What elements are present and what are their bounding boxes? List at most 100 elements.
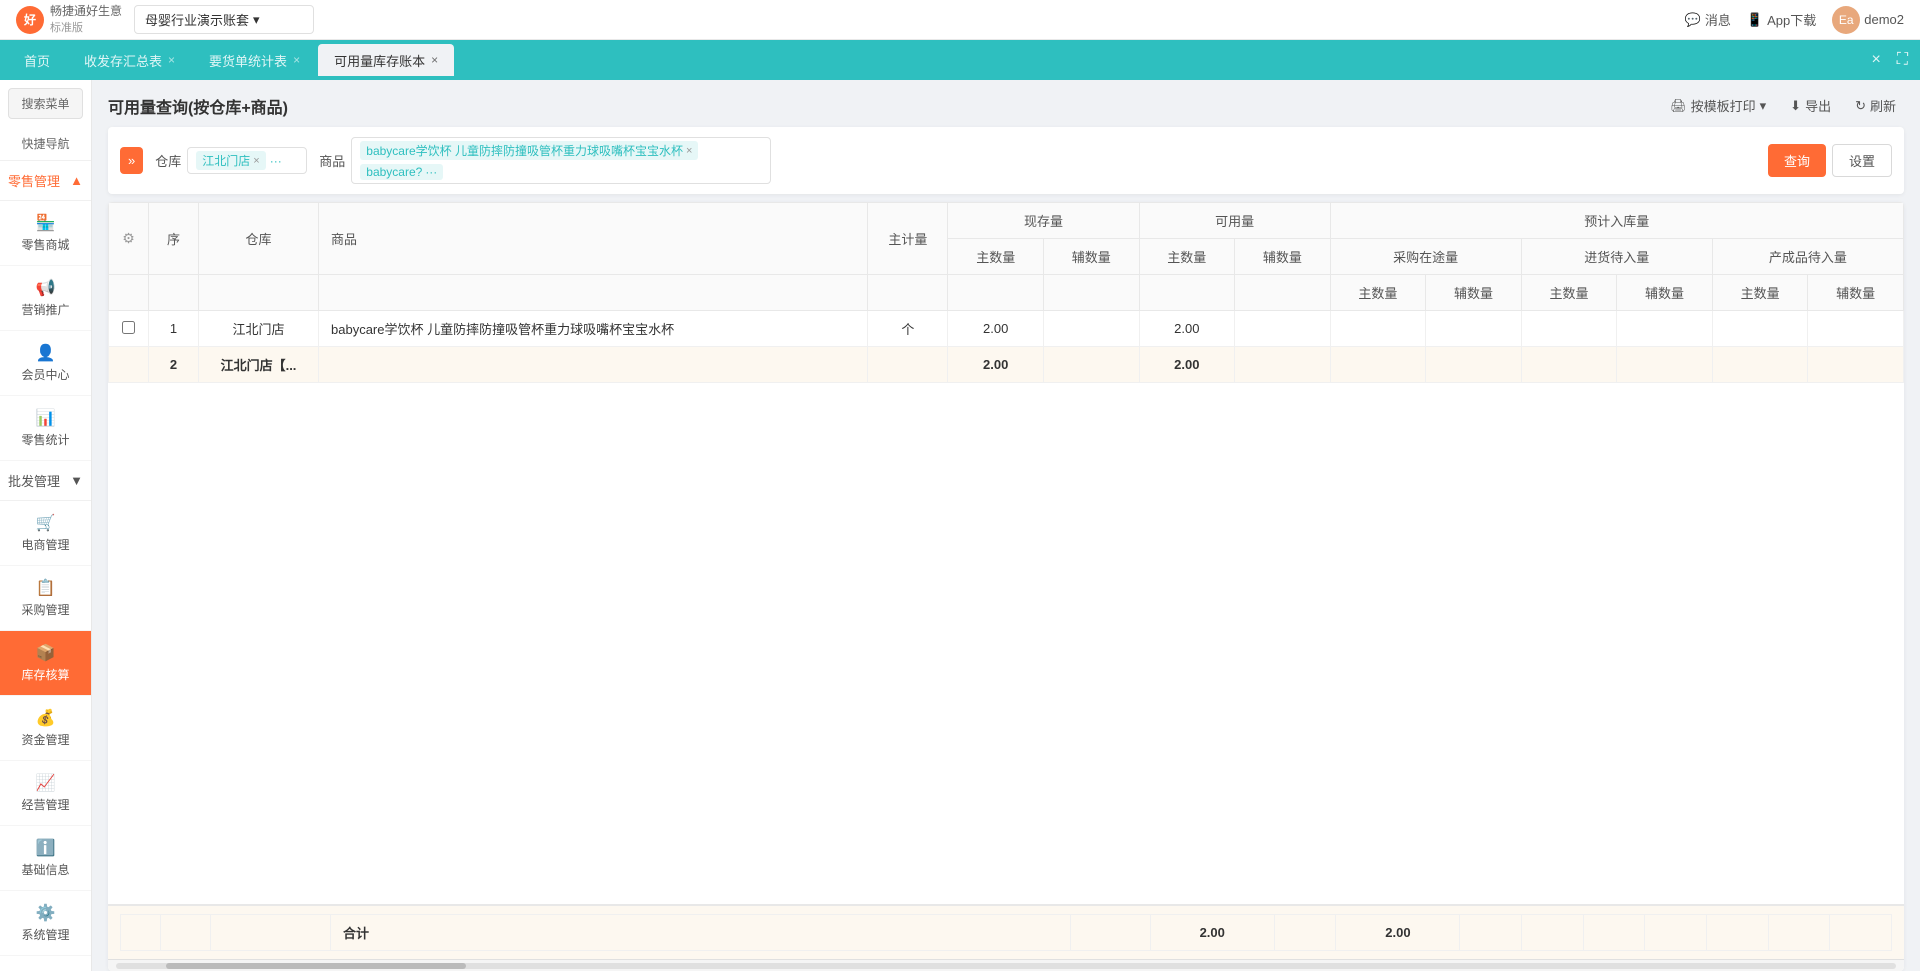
- td-warehouse-2: 江北门店【...: [199, 347, 319, 383]
- td-stock-aux-2: [1043, 347, 1139, 383]
- tab-order-stats[interactable]: 要货单统计表 ×: [193, 44, 316, 76]
- warehouse-tag-text: 江北门店: [202, 152, 250, 169]
- sidebar-item-marketing[interactable]: 📢 营销推广: [0, 266, 91, 331]
- print-btn[interactable]: 🖨 按模板打印 ▾: [1662, 92, 1774, 119]
- th-empty-product: [319, 275, 868, 311]
- sidebar-item-ecommerce[interactable]: 🛒 电商管理: [0, 501, 91, 566]
- sidebar-search: 搜索菜单: [0, 80, 91, 127]
- sidebar-item-inventory[interactable]: 📦 库存核算: [0, 631, 91, 696]
- system-icon: ⚙️: [36, 903, 56, 923]
- page-title: 可用量查询(按仓库+商品): [108, 94, 288, 118]
- warehouse-filter: 仓库 江北门店 × ···: [155, 147, 307, 174]
- filter-expand-btn[interactable]: »: [120, 147, 143, 174]
- th-purchase-aux: 辅数量: [1426, 275, 1522, 311]
- th-product: 商品: [319, 203, 868, 275]
- refresh-btn[interactable]: ↻ 刷新: [1847, 92, 1904, 119]
- member-center-icon: 👤: [36, 343, 56, 363]
- retail-stats-label: 零售统计: [21, 431, 69, 448]
- search-menu-btn[interactable]: 搜索菜单: [8, 88, 83, 119]
- footer-empty-unit: [1070, 915, 1150, 951]
- nav-tabs: 首页 收发存汇总表 × 要货单统计表 × 可用量库存账本 × × ⛶: [0, 40, 1920, 80]
- th-settings[interactable]: ⚙: [109, 203, 149, 275]
- tab-available-stock-close[interactable]: ×: [431, 53, 438, 67]
- sidebar-item-operations[interactable]: 📈 经营管理: [0, 761, 91, 826]
- filter-actions: 查询 设置: [1768, 144, 1892, 177]
- logo-icon: 好: [16, 6, 44, 34]
- print-icon: 🖨: [1670, 98, 1687, 114]
- td-checkbox[interactable]: [109, 311, 149, 347]
- warehouse-tag-remove[interactable]: ×: [253, 155, 259, 167]
- sidebar-item-wholesale-mgmt[interactable]: 批发管理 ▼: [0, 461, 91, 500]
- settings-btn[interactable]: 设置: [1832, 144, 1892, 177]
- sidebar-item-purchase-mgmt[interactable]: 📋 采购管理: [0, 566, 91, 631]
- td-pending-prod-main-2: [1712, 347, 1808, 383]
- sidebar-item-retail-store[interactable]: 🏪 零售商城: [0, 201, 91, 266]
- th-available: 可用量: [1139, 203, 1330, 239]
- industry-selector[interactable]: 母婴行业演示账套 ▾: [134, 5, 314, 34]
- user-area[interactable]: Ea demo2: [1832, 6, 1904, 34]
- th-empty-no: [149, 275, 199, 311]
- username-label: demo2: [1864, 12, 1904, 27]
- query-btn[interactable]: 查询: [1768, 144, 1826, 177]
- footer-empty-1: [121, 915, 161, 951]
- th-pending-prod-main: 主数量: [1712, 275, 1808, 311]
- tab-home[interactable]: 首页: [8, 44, 66, 76]
- sidebar-item-member-center[interactable]: 👤 会员中心: [0, 331, 91, 396]
- warehouse-tags[interactable]: 江北门店 × ···: [187, 147, 307, 174]
- retail-mgmt-label: 零售管理: [8, 171, 60, 190]
- table-scroll[interactable]: ⚙ 序 仓库 商品 主计量 现存量 可用量 预计入库量 主数量 辅: [108, 202, 1904, 904]
- finance-icon: 💰: [36, 708, 56, 728]
- sidebar-item-finance[interactable]: 💰 资金管理: [0, 696, 91, 761]
- marketing-label: 营销推广: [21, 301, 69, 318]
- inventory-table: ⚙ 序 仓库 商品 主计量 现存量 可用量 预计入库量 主数量 辅: [108, 202, 1904, 383]
- marketing-icon: 📢: [36, 278, 56, 298]
- top-bar: 好 畅捷通好生意 标准版 母婴行业演示账套 ▾ 💬 消息 📱 App下载 Ea …: [0, 0, 1920, 40]
- app-download-label: App下载: [1767, 10, 1816, 29]
- td-unit-2: [868, 347, 948, 383]
- product-tag-1-remove[interactable]: ×: [686, 145, 692, 157]
- product-tags[interactable]: babycare学饮杯 儿童防摔防撞吸管杯重力球吸嘴杯宝宝水杯 × babyca…: [351, 137, 771, 184]
- message-btn[interactable]: 💬 消息: [1685, 10, 1731, 29]
- logo-text: 畅捷通好生意: [50, 4, 122, 20]
- table-container: ⚙ 序 仓库 商品 主计量 现存量 可用量 预计入库量 主数量 辅: [108, 202, 1904, 971]
- finance-label: 资金管理: [21, 731, 69, 748]
- avatar: Ea: [1832, 6, 1860, 34]
- industry-label: 母婴行业演示账套: [145, 10, 249, 29]
- tab-receive-summary-close[interactable]: ×: [168, 53, 175, 67]
- th-pending-purchase-label: 进货待入量: [1521, 239, 1712, 275]
- th-pending-purchase-aux: 辅数量: [1617, 275, 1713, 311]
- maximize-btn[interactable]: ⛶: [1893, 47, 1912, 73]
- product-more[interactable]: ···: [425, 165, 437, 179]
- tab-available-stock[interactable]: 可用量库存账本 ×: [318, 44, 454, 76]
- sidebar-item-retail-stats[interactable]: 📊 零售统计: [0, 396, 91, 461]
- th-stock-main: 主数量: [948, 239, 1044, 275]
- table-footer: 合计 2.00 2.00: [108, 904, 1904, 959]
- quick-nav-btn[interactable]: 快捷导航: [0, 127, 91, 161]
- tab-receive-summary[interactable]: 收发存汇总表 ×: [68, 44, 191, 76]
- ecommerce-label: 电商管理: [21, 536, 69, 553]
- export-btn[interactable]: ⬇ 导出: [1782, 92, 1839, 119]
- sidebar-item-retail-mgmt[interactable]: 零售管理 ▲: [0, 161, 91, 200]
- tab-receive-summary-label: 收发存汇总表: [84, 51, 162, 70]
- horizontal-scrollbar[interactable]: [116, 963, 1896, 969]
- sidebar-item-enterprise[interactable]: 🤝 企业协同: [0, 956, 91, 971]
- app-download-btn[interactable]: 📱 App下载: [1747, 10, 1816, 29]
- th-warehouse: 仓库: [199, 203, 319, 275]
- row-checkbox-1[interactable]: [122, 321, 135, 334]
- th-pending-prod-aux: 辅数量: [1808, 275, 1904, 311]
- sidebar-item-basic-info[interactable]: ℹ️ 基础信息: [0, 826, 91, 891]
- main-layout: 搜索菜单 快捷导航 零售管理 ▲ 🏪 零售商城 📢 营销推广 👤 会员中心 📊 …: [0, 80, 1920, 971]
- operations-label: 经营管理: [21, 796, 69, 813]
- td-checkbox-2: [109, 347, 149, 383]
- tab-order-stats-close[interactable]: ×: [293, 53, 300, 67]
- close-all-btn[interactable]: ×: [1867, 47, 1884, 73]
- th-no: 序: [149, 203, 199, 275]
- warehouse-more[interactable]: ···: [270, 154, 282, 168]
- retail-store-label: 零售商城: [21, 236, 69, 253]
- settings-icon[interactable]: ⚙: [122, 230, 135, 246]
- refresh-icon: ↻: [1855, 98, 1866, 114]
- sidebar-group-wholesale: 批发管理 ▼: [0, 461, 91, 501]
- sidebar-item-system-mgmt[interactable]: ⚙️ 系统管理: [0, 891, 91, 956]
- th-purchase-transit-label: 采购在途量: [1330, 239, 1521, 275]
- scrollbar-thumb[interactable]: [166, 963, 466, 969]
